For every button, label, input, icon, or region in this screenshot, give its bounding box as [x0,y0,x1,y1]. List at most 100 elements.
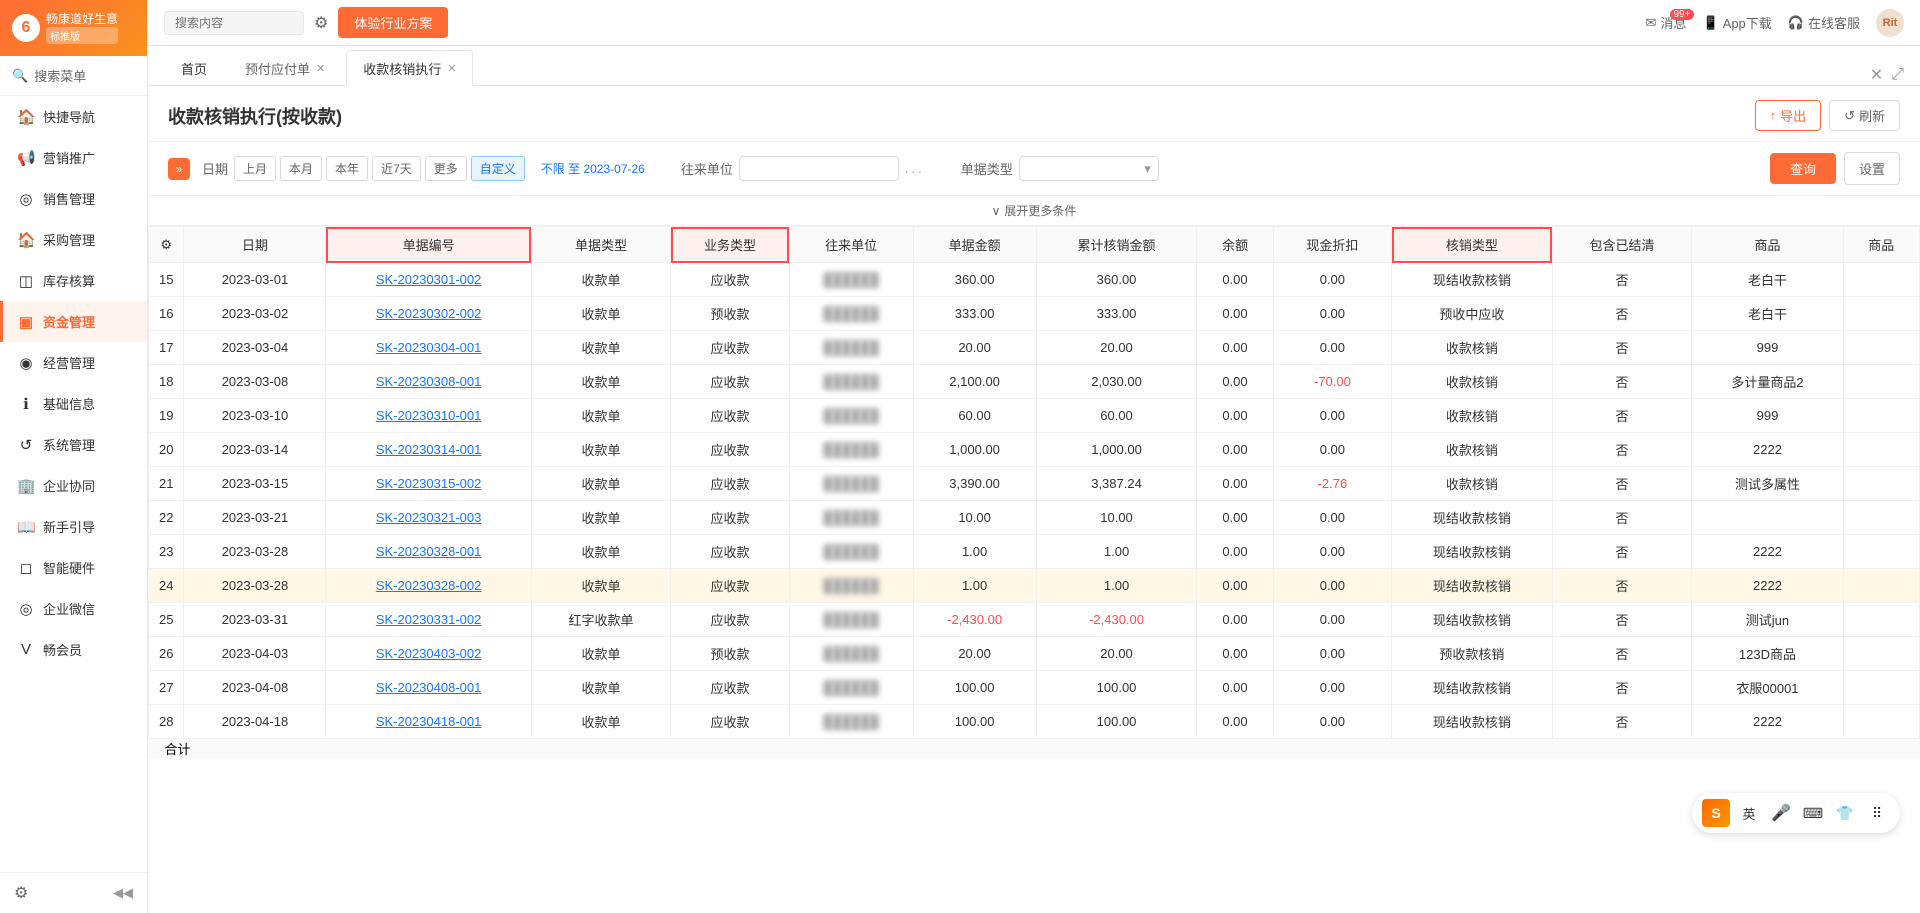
tab-home[interactable]: 首页 [164,50,224,86]
filter-collapse-icon[interactable]: » [168,158,190,180]
cell-voucher-no[interactable]: SK-20230314-001 [326,433,531,467]
cell-balance: 0.00 [1197,705,1273,739]
online-service-item[interactable]: 🎧 在线客服 [1788,13,1860,32]
cell-voucher-no[interactable]: SK-20230328-001 [326,535,531,569]
cell-voucher-no[interactable]: SK-20230304-001 [326,331,531,365]
filter-btn-more[interactable]: 更多 [425,156,467,181]
filter-btn-this-month[interactable]: 本月 [280,156,322,181]
tab-close-all-icon[interactable]: ✕ [1870,65,1883,85]
industry-solution-button[interactable]: 体验行业方案 [338,7,448,38]
cell-voucher-no[interactable]: SK-20230403-002 [326,637,531,671]
cell-goods2 [1843,433,1919,467]
float-text-icon[interactable]: 英 [1736,800,1762,826]
cell-goods2 [1843,535,1919,569]
tab-prepay[interactable]: 预付应付单 ✕ [228,50,342,86]
app-download-item[interactable]: 📱 App下载 [1702,13,1771,32]
cell-cum-amount: 3,387.24 [1036,467,1197,501]
expand-more-button[interactable]: ∨ 展开更多条件 [992,202,1077,219]
tab-prepay-close-icon[interactable]: ✕ [316,62,325,75]
cell-include-settled: 否 [1552,365,1692,399]
float-grid-icon[interactable]: ⠿ [1864,800,1890,826]
tab-collection[interactable]: 收款核销执行 ✕ [346,50,473,86]
filter-btn-last-month[interactable]: 上月 [234,156,276,181]
refresh-button[interactable]: ↺ 刷新 [1829,100,1900,131]
filter-dots: ... [905,161,925,176]
filter-btn-this-year[interactable]: 本年 [326,156,368,181]
export-button[interactable]: ↑ 导出 [1755,100,1822,131]
tab-collection-close-icon[interactable]: ✕ [447,62,456,75]
cell-voucher-no[interactable]: SK-20230328-002 [326,569,531,603]
cell-voucher-no[interactable]: SK-20230331-002 [326,603,531,637]
sidebar-collapse-icon[interactable]: ◀◀ [113,885,133,901]
cell-voucher-no[interactable]: SK-20230315-002 [326,467,531,501]
filter-date-range: 不限 至 2023-07-26 [541,160,645,177]
cell-voucher-no[interactable]: SK-20230310-001 [326,399,531,433]
cell-cancel-type: 现结收款核销 [1392,569,1553,603]
sidebar-item-corp[interactable]: 🏢 企业协同 [0,465,147,506]
cell-amount: 3,390.00 [913,467,1036,501]
cell-voucher-type: 收款单 [531,433,671,467]
sidebar-item-label: 采购管理 [43,230,95,249]
cell-biz-type: 应收款 [671,535,789,569]
filter-expand-bar: ∨ 展开更多条件 [148,196,1920,226]
sidebar-item-operations[interactable]: ◉ 经营管理 [0,342,147,383]
cell-amount: 1.00 [913,569,1036,603]
query-button[interactable]: 查询 [1770,153,1836,184]
notification-item[interactable]: ✉ 消息 99+ [1646,13,1687,32]
sidebar-item-purchase[interactable]: 🏠 采购管理 [0,219,147,260]
sidebar-settings-icon[interactable]: ⚙ [14,883,28,903]
cell-voucher-no[interactable]: SK-20230302-002 [326,297,531,331]
sidebar-item-hardware[interactable]: ◻ 智能硬件 [0,547,147,588]
cell-voucher-no[interactable]: SK-20230321-003 [326,501,531,535]
sidebar-search[interactable]: 🔍 搜索菜单 [0,56,147,96]
sidebar-item-finance[interactable]: ▣ 资金管理 [0,301,147,342]
cell-voucher-no[interactable]: SK-20230418-001 [326,705,531,739]
filter-btn-custom[interactable]: 自定义 [471,156,525,181]
sidebar-item-guide[interactable]: 📖 新手引导 [0,506,147,547]
float-brand-icon[interactable]: S [1702,799,1730,827]
topbar-gear-icon[interactable]: ⚙ [314,13,328,33]
notification-count: 99+ [1670,9,1695,20]
setting-button[interactable]: 设置 [1844,152,1900,185]
cell-counterparty: ██████ [789,365,913,399]
sidebar-item-wechat[interactable]: ◎ 企业微信 [0,588,147,629]
cell-row-no: 20 [149,433,184,467]
cell-goods2 [1843,399,1919,433]
table-body: 152023-03-01SK-20230301-002收款单应收款██████3… [149,263,1920,739]
cell-cash-discount: 0.00 [1273,263,1391,297]
cell-counterparty: ██████ [789,603,913,637]
tab-expand-icon[interactable]: ⤢ [1891,66,1904,84]
col-balance: 余额 [1197,227,1273,263]
cell-include-settled: 否 [1552,705,1692,739]
float-shirt-icon[interactable]: 👕 [1832,800,1858,826]
user-avatar[interactable]: Rit [1876,9,1904,37]
sidebar-item-marketing[interactable]: 📢 营销推广 [0,137,147,178]
filter-btn-7days[interactable]: 近7天 [372,156,421,181]
cell-row-no: 25 [149,603,184,637]
sidebar-item-inventory[interactable]: ◫ 库存核算 [0,260,147,301]
filter-quick-buttons: 上月 本月 本年 近7天 更多 自定义 [234,156,525,181]
cell-biz-type: 预收款 [671,297,789,331]
page-header: 收款核销执行(按收款) ↑ 导出 ↺ 刷新 [148,86,1920,142]
cell-voucher-no[interactable]: SK-20230308-001 [326,365,531,399]
table-footer-row: 合计 [149,739,1920,759]
filter-counterparty-input[interactable] [739,156,899,181]
sidebar-item-shortcut[interactable]: 🏠 快捷导航 [0,96,147,137]
sidebar-item-member[interactable]: V 畅会员 [0,629,147,670]
cell-balance: 0.00 [1197,603,1273,637]
cell-voucher-no[interactable]: SK-20230301-002 [326,263,531,297]
col-settings[interactable]: ⚙ [149,227,184,263]
cell-goods2 [1843,501,1919,535]
cell-amount: 20.00 [913,637,1036,671]
sidebar-item-system[interactable]: ↺ 系统管理 [0,424,147,465]
cell-include-settled: 否 [1552,399,1692,433]
sidebar-item-sales[interactable]: ◎ 销售管理 [0,178,147,219]
cell-date: 2023-04-08 [184,671,326,705]
filter-voucher-type-select[interactable] [1019,156,1159,181]
float-mic-icon[interactable]: 🎤 [1768,800,1794,826]
float-keyboard-icon[interactable]: ⌨ [1800,800,1826,826]
topbar-search-input[interactable] [164,11,304,35]
cell-voucher-no[interactable]: SK-20230408-001 [326,671,531,705]
cell-balance: 0.00 [1197,433,1273,467]
sidebar-item-basic[interactable]: ℹ 基础信息 [0,383,147,424]
